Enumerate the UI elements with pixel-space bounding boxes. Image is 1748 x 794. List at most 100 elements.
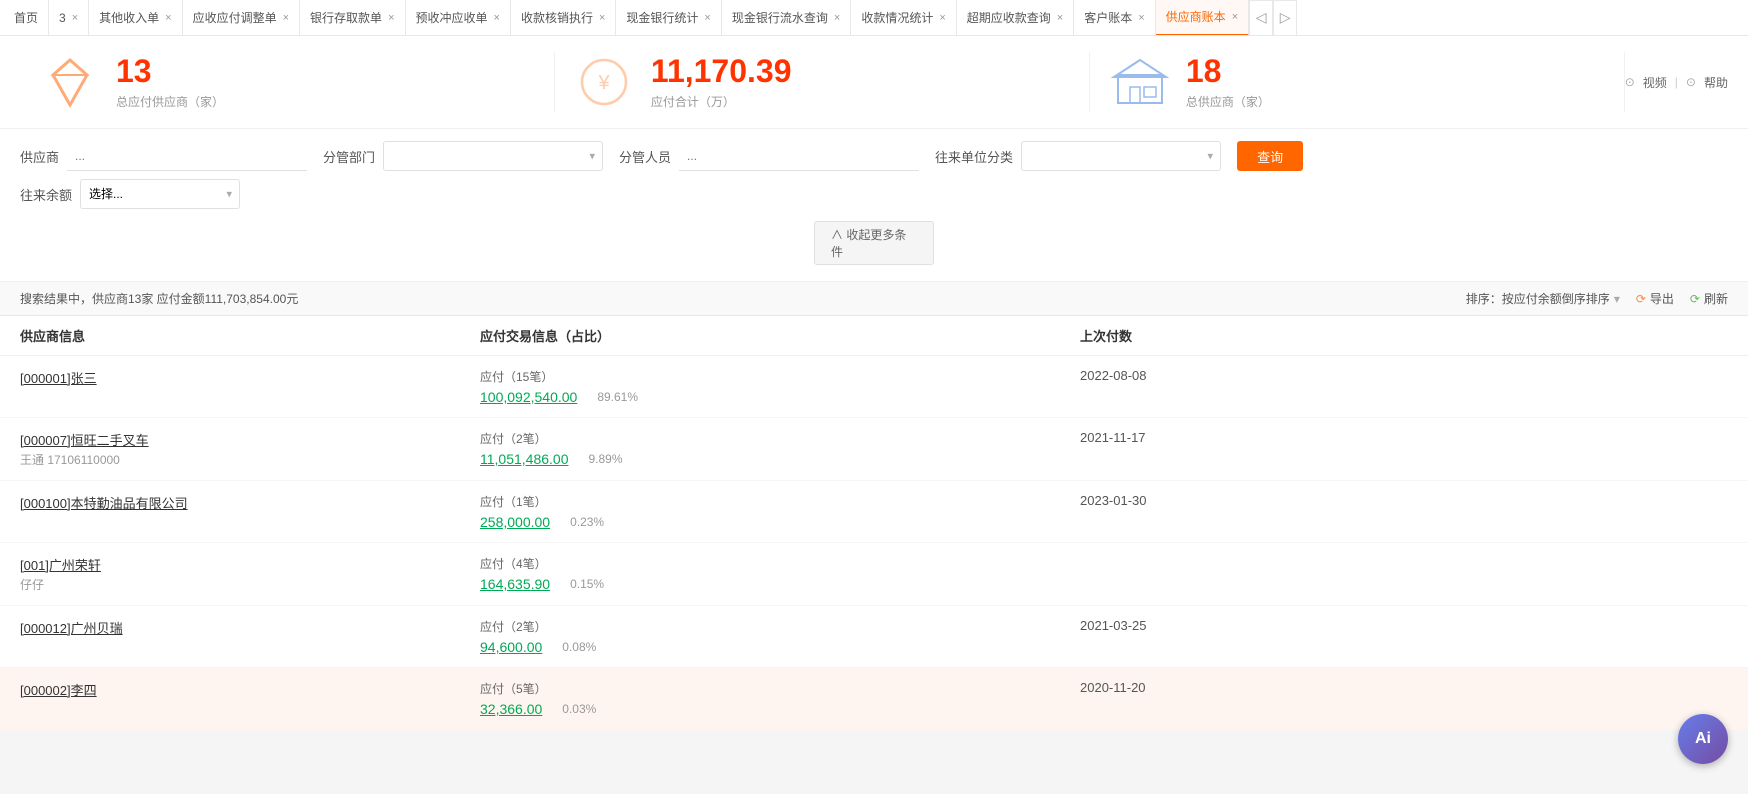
payable-total-num: 11,170.39 — [651, 54, 792, 89]
nav-tab-collection-close[interactable]: × — [599, 12, 605, 24]
supplier-sub: 仔仔 — [20, 576, 480, 593]
header-last-pay: 上次付数 — [1080, 326, 1728, 345]
supplier-link[interactable]: [000012]广州贝瑞 — [20, 618, 480, 637]
nav-tab-advance-close[interactable]: × — [494, 12, 500, 24]
circle-icon: ⊙ — [1625, 75, 1635, 89]
nav-tab-collection-stats[interactable]: 收款情况统计 × — [851, 0, 956, 36]
nav-tab-cash-stats[interactable]: 现金银行统计 × — [616, 0, 721, 36]
last-pay-date: 2023-01-30 — [1080, 493, 1147, 508]
table-row: [000007]恒旺二手叉车 王通 17106110000 应付（2笔） 11,… — [0, 418, 1748, 481]
payable-suppliers-num: 13 — [116, 54, 224, 89]
nav-tab-other-income-close[interactable]: × — [165, 12, 171, 24]
supplier-info-cell: [000001]张三 — [20, 368, 480, 387]
nav-tab-collection-stats-close[interactable]: × — [939, 12, 945, 24]
wheat-icon: ¥ — [575, 52, 635, 112]
supplier-sub: 王通 17106110000 — [20, 451, 480, 468]
payable-amount[interactable]: 100,092,540.00 — [480, 389, 577, 405]
nav-tab-3-close[interactable]: × — [72, 12, 78, 24]
nav-tab-3[interactable]: 3 × — [49, 0, 89, 36]
nav-tab-advance[interactable]: 预收冲应收单 × — [406, 0, 511, 36]
circle-icon2: ⊙ — [1686, 75, 1696, 89]
payable-amount[interactable]: 32,366.00 — [480, 701, 542, 717]
nav-tab-cash-flow-close[interactable]: × — [834, 12, 840, 24]
nav-tab-cash-stats-close[interactable]: × — [704, 12, 710, 24]
last-pay-date: 2021-03-25 — [1080, 618, 1147, 633]
nav-tab-customer[interactable]: 客户账本 × — [1074, 0, 1155, 36]
last-pay-date: 2022-08-08 — [1080, 368, 1147, 383]
refresh-button[interactable]: ⟳ 刷新 — [1690, 290, 1728, 307]
payable-label: 应付（4笔） — [480, 555, 1080, 572]
help-link[interactable]: 帮助 — [1704, 74, 1728, 91]
payable-info-cell: 应付（15笔） 100,092,540.00 89.61% — [480, 368, 1080, 405]
last-pay-cell: 2023-01-30 — [1080, 493, 1728, 508]
nav-tab-home[interactable]: 首页 — [4, 0, 49, 36]
last-pay-date: 2020-11-20 — [1080, 680, 1146, 695]
collapse-button[interactable]: ∧ 收起更多条件 — [814, 221, 934, 265]
table-row: [001]广州荣轩 仔仔 应付（4笔） 164,635.90 0.15% — [0, 543, 1748, 606]
nav-tab-ar-adjust-label: 应收应付调整单 — [193, 9, 277, 26]
payable-percent: 0.08% — [562, 640, 596, 654]
payable-amount[interactable]: 164,635.90 — [480, 576, 550, 592]
balance-select[interactable]: 选择... — [80, 179, 240, 209]
nav-next-btn[interactable]: ▷ — [1273, 0, 1297, 36]
person-label: 分管人员 — [619, 147, 671, 166]
supplier-link[interactable]: [000002]李四 — [20, 680, 480, 699]
nav-tab-cash-flow[interactable]: 现金银行流水查询 × — [722, 0, 851, 36]
sort-button[interactable]: 排序：按应付余额倒序排序 ▾ — [1466, 290, 1620, 307]
filter-area: 供应商 分管部门 分管人员 往来单位分类 查询 往来 — [0, 129, 1748, 282]
svg-text:¥: ¥ — [598, 72, 611, 94]
filter-dept: 分管部门 — [323, 141, 603, 171]
nav-tab-other-income[interactable]: 其他收入单 × — [89, 0, 182, 36]
nav-tab-collection[interactable]: 收款核销执行 × — [511, 0, 616, 36]
payable-percent: 0.23% — [570, 515, 604, 529]
nav-tab-other-income-label: 其他收入单 — [99, 9, 159, 26]
supplier-info-cell: [000012]广州贝瑞 — [20, 618, 480, 637]
supplier-input[interactable] — [67, 141, 307, 171]
filter-supplier: 供应商 — [20, 141, 307, 171]
supplier-link[interactable]: [001]广州荣轩 — [20, 555, 480, 574]
payable-amount[interactable]: 11,051,486.00 — [480, 451, 569, 467]
nav-tab-supplier-label: 供应商账本 — [1166, 8, 1226, 25]
last-pay-date: 2021-11-17 — [1080, 430, 1146, 445]
nav-tab-ar-adjust-close[interactable]: × — [283, 12, 289, 24]
payable-info-cell: 应付（4笔） 164,635.90 0.15% — [480, 555, 1080, 592]
nav-tab-supplier-close[interactable]: × — [1232, 11, 1238, 23]
category-select[interactable] — [1021, 141, 1221, 171]
total-suppliers-label: 总供应商（家） — [1186, 93, 1270, 110]
header-payable-info: 应付交易信息（占比） — [480, 326, 1080, 345]
payable-amount[interactable]: 94,600.00 — [480, 639, 542, 655]
query-button[interactable]: 查询 — [1237, 141, 1303, 171]
payable-label: 应付（2笔） — [480, 618, 1080, 635]
payable-label: 应付（5笔） — [480, 680, 1080, 697]
filter-row-1: 供应商 分管部门 分管人员 往来单位分类 查询 — [20, 141, 1728, 171]
person-input[interactable] — [679, 141, 919, 171]
nav-tab-supplier[interactable]: 供应商账本 × — [1156, 0, 1249, 36]
table-row: [000002]李四 应付（5笔） 32,366.00 0.03% 2020-1… — [0, 668, 1748, 730]
supplier-link[interactable]: [000007]恒旺二手叉车 — [20, 430, 480, 449]
store-icon — [1110, 52, 1170, 112]
refresh-icon: ⟳ — [1690, 292, 1700, 306]
payable-label: 应付（2笔） — [480, 430, 1080, 447]
nav-tab-overdue-close[interactable]: × — [1057, 12, 1063, 24]
supplier-link[interactable]: [000001]张三 — [20, 368, 480, 387]
video-link[interactable]: 视频 — [1643, 74, 1667, 91]
nav-tab-bank[interactable]: 银行存取款单 × — [300, 0, 405, 36]
nav-tab-cash-flow-label: 现金银行流水查询 — [732, 9, 828, 26]
balance-label: 往来余额 — [20, 185, 72, 204]
ai-button[interactable]: Ai — [1678, 714, 1728, 764]
category-label: 往来单位分类 — [935, 147, 1013, 166]
nav-tab-bank-close[interactable]: × — [388, 12, 394, 24]
payable-amount[interactable]: 258,000.00 — [480, 514, 550, 530]
nav-tab-customer-close[interactable]: × — [1138, 12, 1144, 24]
nav-tab-overdue[interactable]: 超期应收款查询 × — [957, 0, 1074, 36]
supplier-label: 供应商 — [20, 147, 59, 166]
nav-tab-ar-adjust[interactable]: 应收应付调整单 × — [183, 0, 300, 36]
nav-prev-btn[interactable]: ◁ — [1249, 0, 1273, 36]
dept-select[interactable] — [383, 141, 603, 171]
export-button[interactable]: ⟳ 导出 — [1636, 290, 1674, 307]
table-row: [000012]广州贝瑞 应付（2笔） 94,600.00 0.08% 2021… — [0, 606, 1748, 668]
supplier-link[interactable]: [000100]本特勤油品有限公司 — [20, 493, 480, 512]
stat-block-payable-suppliers: 13 总应付供应商（家） — [20, 52, 555, 112]
filter-person: 分管人员 — [619, 141, 919, 171]
supplier-info-cell: [000007]恒旺二手叉车 王通 17106110000 — [20, 430, 480, 468]
